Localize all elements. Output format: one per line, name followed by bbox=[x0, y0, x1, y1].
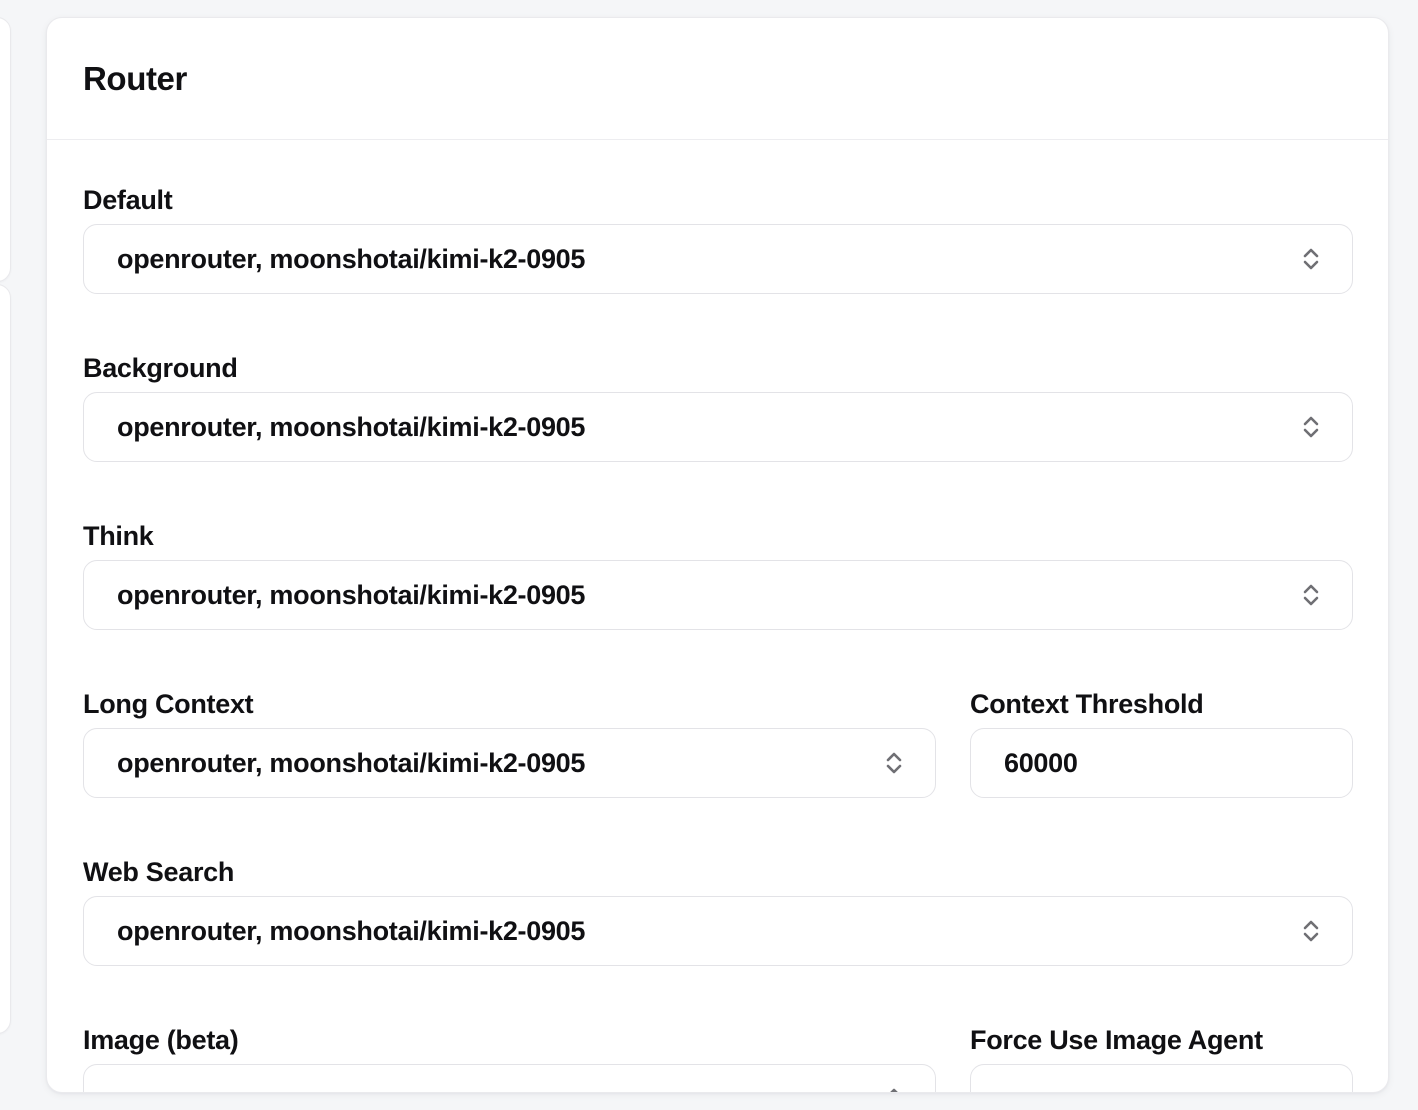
default-model-select[interactable]: openrouter, moonshotai/kimi-k2-0905 bbox=[83, 224, 1353, 294]
field-row-long-context: Long Context openrouter, moonshotai/kimi… bbox=[83, 690, 1353, 798]
force-use-image-agent-label: Force Use Image Agent bbox=[970, 1025, 1263, 1055]
web-search-model-value: openrouter, moonshotai/kimi-k2-0905 bbox=[117, 915, 586, 946]
background-model-value: openrouter, moonshotai/kimi-k2-0905 bbox=[117, 411, 586, 442]
background-label: Background bbox=[83, 353, 238, 383]
default-model-value: openrouter, moonshotai/kimi-k2-0905 bbox=[117, 243, 586, 274]
field-group-default: Default openrouter, moonshotai/kimi-k2-0… bbox=[83, 186, 1353, 294]
field-group-background: Background openrouter, moonshotai/kimi-k… bbox=[83, 354, 1353, 462]
image-model-select[interactable] bbox=[83, 1064, 936, 1092]
field-group-context-threshold: Context Threshold bbox=[970, 690, 1353, 798]
field-group-think: Think openrouter, moonshotai/kimi-k2-090… bbox=[83, 522, 1353, 630]
long-context-model-select[interactable]: openrouter, moonshotai/kimi-k2-0905 bbox=[83, 728, 936, 798]
force-use-image-agent-input[interactable] bbox=[970, 1064, 1353, 1092]
field-row-image: Image (beta) Force Use Image Agent bbox=[83, 1025, 1353, 1092]
context-threshold-input[interactable] bbox=[970, 728, 1353, 798]
web-search-model-select[interactable]: openrouter, moonshotai/kimi-k2-0905 bbox=[83, 896, 1353, 966]
field-group-web-search: Web Search openrouter, moonshotai/kimi-k… bbox=[83, 858, 1353, 966]
field-group-long-context: Long Context openrouter, moonshotai/kimi… bbox=[83, 690, 936, 798]
chevron-up-down-icon bbox=[1301, 583, 1321, 607]
field-group-image: Image (beta) bbox=[83, 1025, 936, 1092]
adjacent-card-partial-bottom bbox=[0, 284, 11, 1034]
context-threshold-label: Context Threshold bbox=[970, 689, 1204, 719]
chevron-up-down-icon bbox=[884, 1087, 904, 1092]
web-search-label: Web Search bbox=[83, 857, 235, 887]
background-model-select[interactable]: openrouter, moonshotai/kimi-k2-0905 bbox=[83, 392, 1353, 462]
long-context-model-value: openrouter, moonshotai/kimi-k2-0905 bbox=[117, 747, 586, 778]
card-header: Router bbox=[47, 18, 1388, 140]
think-model-select[interactable]: openrouter, moonshotai/kimi-k2-0905 bbox=[83, 560, 1353, 630]
page-title: Router bbox=[83, 59, 187, 97]
think-model-value: openrouter, moonshotai/kimi-k2-0905 bbox=[117, 579, 586, 610]
default-label: Default bbox=[83, 185, 173, 215]
think-label: Think bbox=[83, 521, 154, 551]
chevron-up-down-icon bbox=[884, 751, 904, 775]
card-body: Default openrouter, moonshotai/kimi-k2-0… bbox=[47, 140, 1388, 1092]
router-settings-card: Router Default openrouter, moonshotai/ki… bbox=[46, 17, 1389, 1093]
field-group-force-use-image-agent: Force Use Image Agent bbox=[970, 1025, 1353, 1092]
chevron-up-down-icon bbox=[1301, 247, 1321, 271]
chevron-up-down-icon bbox=[1301, 919, 1321, 943]
adjacent-card-partial-top bbox=[0, 17, 11, 282]
chevron-up-down-icon bbox=[1301, 415, 1321, 439]
image-beta-label: Image (beta) bbox=[83, 1025, 239, 1055]
long-context-label: Long Context bbox=[83, 689, 254, 719]
settings-page: { "header": { "title": "Router" }, "fiel… bbox=[0, 0, 1418, 1110]
